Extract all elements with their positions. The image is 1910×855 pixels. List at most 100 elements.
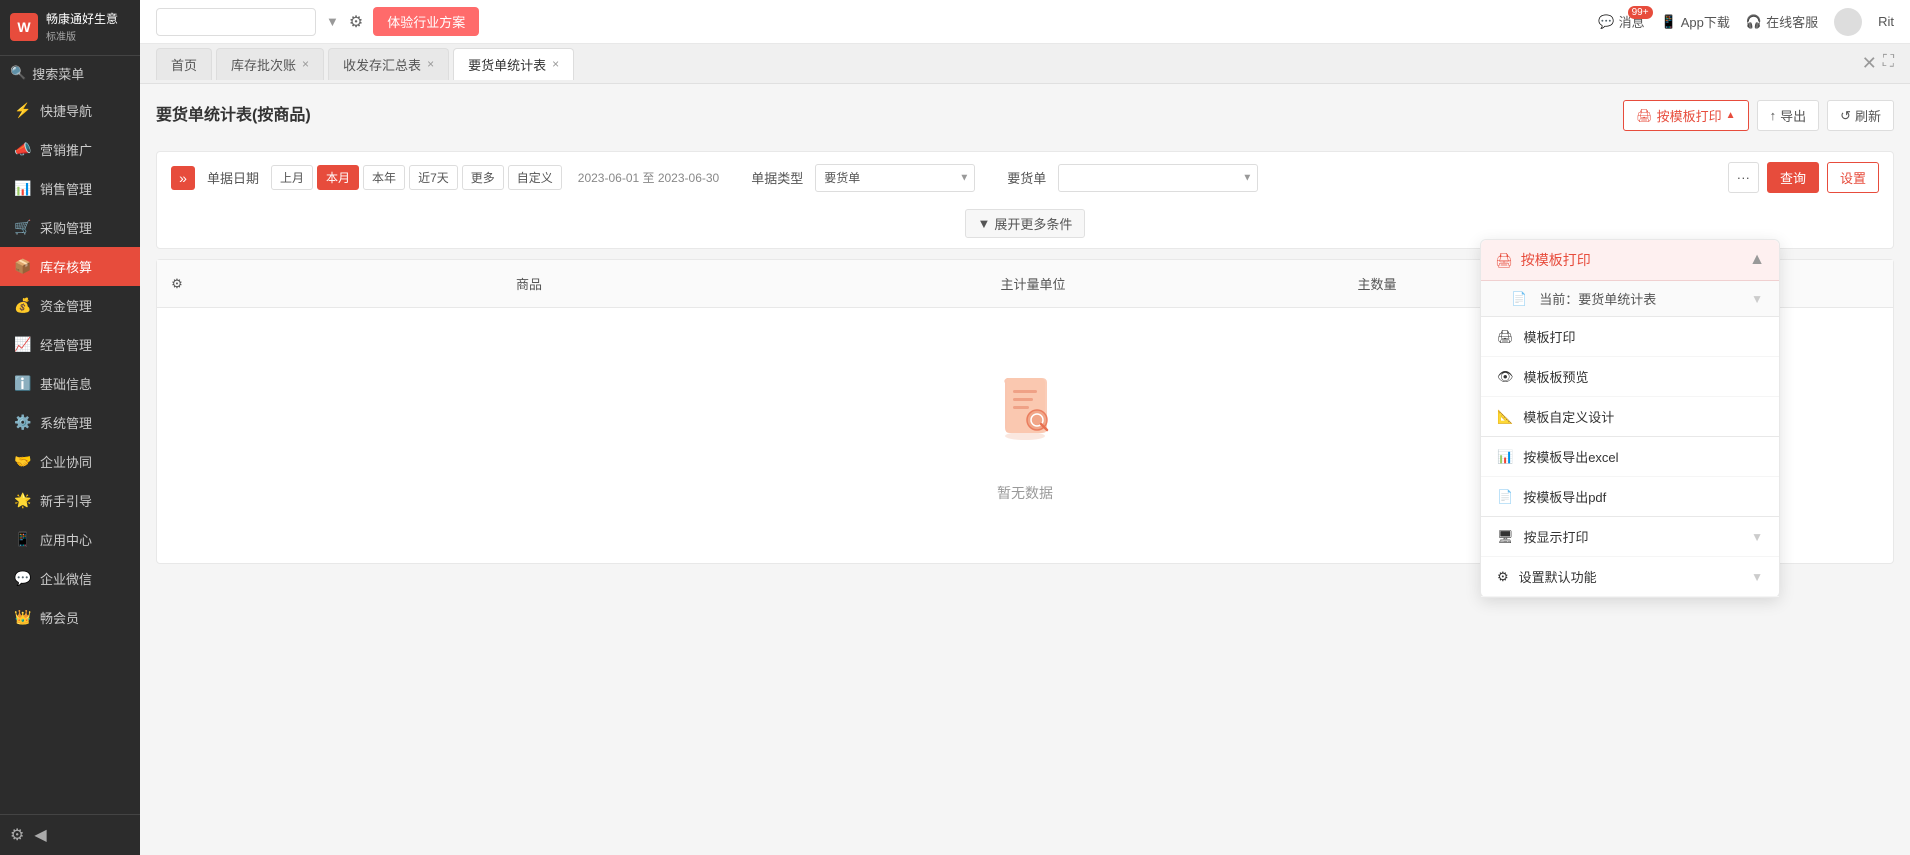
yaohuotype-select[interactable]: [1058, 164, 1258, 192]
message-button[interactable]: 💬 消息 99+: [1598, 12, 1644, 31]
tab-inventory-batch[interactable]: 库存批次账 ×: [216, 48, 324, 80]
expand-filter-button[interactable]: ▼ 展开更多条件: [965, 209, 1086, 238]
sidebar-item-label: 资金管理: [40, 296, 92, 315]
basic-icon: ℹ️: [14, 374, 32, 392]
sidebar-item-newguide[interactable]: 🌟 新手引导: [0, 481, 140, 520]
app-download-button[interactable]: 📱 App下载: [1661, 12, 1730, 31]
more-options-button[interactable]: ···: [1728, 162, 1759, 193]
tab-stock-summary[interactable]: 收发存汇总表 ×: [328, 48, 449, 80]
sidebar-item-marketing[interactable]: 📣 营销推广: [0, 130, 140, 169]
sidebar-item-finance[interactable]: 💰 资金管理: [0, 286, 140, 325]
collab-icon: 🤝: [14, 452, 32, 470]
dropdown-header: 🖨 按模板打印 ▲: [1481, 240, 1779, 281]
tab-close-icon[interactable]: ×: [302, 57, 309, 71]
dropdown-item-preview[interactable]: 👁 模板板预览: [1481, 357, 1779, 397]
col-checkbox: ⚙: [157, 270, 197, 298]
sidebar-item-sales[interactable]: 📊 销售管理: [0, 169, 140, 208]
sidebar-item-label: 销售管理: [40, 179, 92, 198]
tab-close-icon[interactable]: ×: [427, 57, 434, 71]
tab-label: 库存批次账: [231, 55, 296, 74]
topbar-dropdown-arrow[interactable]: ▼: [326, 14, 339, 29]
trial-button[interactable]: 体验行业方案: [373, 7, 479, 36]
sidebar-item-wxwork[interactable]: 💬 企业微信: [0, 559, 140, 598]
sidebar-item-label: 营销推广: [40, 140, 92, 159]
sidebar-item-purchase[interactable]: 🛒 采购管理: [0, 208, 140, 247]
tab-close-icon[interactable]: ×: [552, 57, 559, 71]
topbar-search-input[interactable]: [156, 8, 316, 36]
dropdown-item-pdf[interactable]: 📄 按模板导出pdf: [1481, 477, 1779, 517]
sidebar-item-basic[interactable]: ℹ️ 基础信息: [0, 364, 140, 403]
search-menu-item[interactable]: 🔍 搜索菜单: [0, 56, 140, 91]
wxwork-icon: 💬: [14, 569, 32, 587]
dropdown-close-button[interactable]: ▲: [1749, 251, 1765, 269]
date-btn-custom[interactable]: 自定义: [508, 165, 562, 190]
print-item-icon: 🖨: [1497, 329, 1514, 345]
dropdown-item-print[interactable]: 🖨 模板打印: [1481, 317, 1779, 357]
tab-window-close-icon[interactable]: ✕: [1862, 53, 1877, 74]
sidebar-item-system[interactable]: ⚙️ 系统管理: [0, 403, 140, 442]
sidebar-item-member[interactable]: 👑 畅会员: [0, 598, 140, 637]
marketing-icon: 📣: [14, 140, 32, 158]
inventory-icon: 📦: [14, 257, 32, 275]
tab-home[interactable]: 首页: [156, 48, 212, 80]
refresh-icon: ↺: [1840, 108, 1851, 124]
app-badge: 标准版: [46, 28, 118, 43]
date-btn-7days[interactable]: 近7天: [409, 165, 458, 190]
query-button[interactable]: 查询: [1767, 162, 1819, 193]
date-btn-thisyear[interactable]: 本年: [363, 165, 405, 190]
sidebar-item-appcenter[interactable]: 📱 应用中心: [0, 520, 140, 559]
user-avatar[interactable]: [1834, 8, 1862, 36]
dropdown-item-design[interactable]: 📐 模板自定义设计: [1481, 397, 1779, 437]
sidebar-item-label: 经营管理: [40, 335, 92, 354]
page-title: 要货单统计表(按商品): [156, 101, 311, 125]
settings-button[interactable]: 设置: [1827, 162, 1879, 193]
print-dropdown-menu: 🖨 按模板打印 ▲ 📄 当前：要货单统计表 ▼ 🖨 模板打印 👁 模板板预览: [1480, 239, 1780, 598]
newguide-icon: 🌟: [14, 491, 32, 509]
date-btn-lastmonth[interactable]: 上月: [271, 165, 313, 190]
refresh-button[interactable]: ↺ 刷新: [1827, 100, 1894, 131]
settings-bottom-icon[interactable]: ⚙: [10, 825, 24, 845]
tab-label: 要货单统计表: [468, 55, 546, 74]
appcenter-icon: 📱: [14, 530, 32, 548]
display-print-arrow: ▼: [1751, 530, 1763, 544]
sidebar-bottom: ⚙ ◀: [0, 814, 140, 855]
collapse-icon[interactable]: ◀: [34, 825, 46, 845]
sidebar-item-management[interactable]: 📈 经营管理: [0, 325, 140, 364]
tab-maximize-icon[interactable]: ⛶: [1883, 53, 1894, 74]
type-select[interactable]: 要货单: [815, 164, 975, 192]
purchase-icon: 🛒: [14, 218, 32, 236]
preview-item-icon: 👁: [1497, 369, 1514, 385]
date-btn-thismonth[interactable]: 本月: [317, 165, 359, 190]
sidebar-item-label: 基础信息: [40, 374, 92, 393]
member-icon: 👑: [14, 608, 32, 626]
username-label: Rit: [1878, 14, 1894, 29]
online-service-button[interactable]: 🎧 在线客服: [1746, 12, 1818, 31]
print-template-button[interactable]: 🖨 按模板打印 ▲: [1623, 100, 1748, 131]
dropdown-item-display-print[interactable]: 🖥 按显示打印 ▼: [1481, 517, 1779, 557]
filter-toggle-button[interactable]: »: [171, 166, 195, 190]
sidebar-item-quicknav[interactable]: ⚡ 快捷导航: [0, 91, 140, 130]
sidebar-item-label: 畅会员: [40, 608, 79, 627]
tab-order-stats[interactable]: 要货单统计表 ×: [453, 48, 574, 80]
display-print-icon: 🖥: [1497, 529, 1514, 545]
tab-home-label: 首页: [171, 55, 197, 74]
print-arrow-icon: ▲: [1726, 110, 1736, 121]
topbar-right: 💬 消息 99+ 📱 App下载 🎧 在线客服 Rit: [1598, 8, 1894, 36]
sidebar-logo: W 畅康通好生意 标准版: [0, 0, 140, 56]
page-content: 要货单统计表(按商品) 🖨 按模板打印 ▲ ↑ 导出 ↺ 刷新: [140, 84, 1910, 855]
dropdown-item-default-func[interactable]: ⚙ 设置默认功能 ▼: [1481, 557, 1779, 597]
sidebar-item-label: 快捷导航: [40, 101, 92, 120]
export-button[interactable]: ↑ 导出: [1757, 100, 1820, 131]
yaohuotype-label: 要货单: [1007, 168, 1046, 187]
empty-text: 暂无数据: [997, 483, 1053, 503]
search-icon: 🔍: [10, 65, 26, 81]
sidebar-item-collab[interactable]: 🤝 企业协同: [0, 442, 140, 481]
app-logo-icon: W: [10, 13, 38, 41]
topbar-gear-icon[interactable]: ⚙: [349, 12, 363, 32]
date-btn-more[interactable]: 更多: [462, 165, 504, 190]
sidebar-item-inventory[interactable]: 📦 库存核算: [0, 247, 140, 286]
dropdown-item-excel[interactable]: 📊 按模板导出excel: [1481, 437, 1779, 477]
print-header-icon: 🖨: [1495, 252, 1513, 269]
empty-icon: [985, 368, 1065, 467]
settings-col-icon[interactable]: ⚙: [171, 276, 183, 291]
